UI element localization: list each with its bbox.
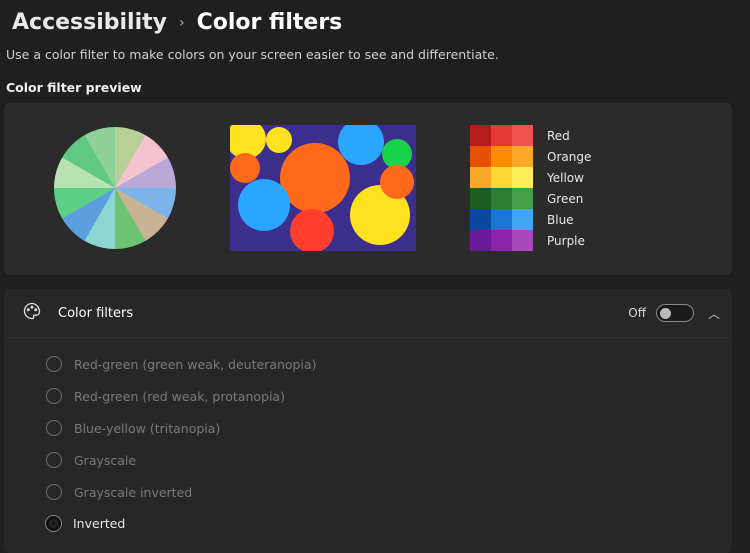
swatch-orange [470, 146, 533, 167]
swatch-purple [470, 230, 533, 251]
swatch-red [470, 125, 533, 146]
filter-option-tritanopia[interactable]: Blue-yellow (tritanopia) [46, 412, 732, 444]
filter-option-grayscale-inverted[interactable]: Grayscale inverted [46, 476, 732, 508]
color-filter-preview: Red Orange Yellow Green Blue Purple [4, 103, 732, 275]
filter-option-deuteranopia[interactable]: Red-green (green weak, deuteranopia) [46, 348, 732, 380]
swatch-yellow [470, 167, 533, 188]
filter-option-grayscale[interactable]: Grayscale [46, 444, 732, 476]
swatch-row-red: Red [470, 125, 591, 146]
filter-option-label: Grayscale [74, 453, 136, 468]
color-filters-toggle-row[interactable]: Color filters Off ︿ [4, 289, 732, 338]
filter-option-label: Grayscale inverted [74, 485, 192, 500]
color-swatch-legend: Red Orange Yellow Green Blue Purple [470, 125, 591, 251]
preview-section-label: Color filter preview [4, 80, 732, 103]
swatch-label: Orange [547, 150, 591, 164]
filter-option-label: Red-green (red weak, protanopia) [74, 389, 285, 404]
swatch-label: Blue [547, 213, 574, 227]
swatch-green [470, 188, 533, 209]
page-title: Color filters [197, 10, 343, 35]
breadcrumb-parent[interactable]: Accessibility [12, 10, 167, 35]
filter-option-inverted[interactable]: Inverted [46, 508, 732, 539]
swatch-label: Purple [547, 234, 585, 248]
chevron-right-icon: › [179, 15, 185, 31]
filter-option-label: Inverted [73, 516, 125, 531]
sample-image-preview [230, 125, 416, 251]
chevron-up-icon[interactable]: ︿ [708, 305, 720, 322]
swatch-row-green: Green [470, 188, 591, 209]
color-filters-state: Off [628, 306, 646, 320]
swatch-row-blue: Blue [470, 209, 591, 230]
swatch-label: Green [547, 192, 583, 206]
swatch-row-yellow: Yellow [470, 167, 591, 188]
swatch-label: Red [547, 129, 570, 143]
color-filters-toggle[interactable] [656, 304, 694, 322]
page-subtitle: Use a color filter to make colors on you… [4, 41, 732, 80]
swatch-label: Yellow [547, 171, 584, 185]
swatch-row-purple: Purple [470, 230, 591, 251]
swatch-blue [470, 209, 533, 230]
filter-option-label: Blue-yellow (tritanopia) [74, 421, 220, 436]
filter-option-protanopia[interactable]: Red-green (red weak, protanopia) [46, 380, 732, 412]
breadcrumb: Accessibility › Color filters [4, 6, 732, 41]
color-filters-settings-card: Color filters Off ︿ Red-green (green wea… [4, 289, 732, 553]
color-filter-options: Red-green (green weak, deuteranopia) Red… [4, 338, 732, 553]
palette-icon [22, 301, 42, 325]
swatch-row-orange: Orange [470, 146, 591, 167]
filter-option-label: Red-green (green weak, deuteranopia) [74, 357, 317, 372]
color-wheel-preview [54, 127, 176, 249]
color-filters-title: Color filters [58, 306, 628, 321]
